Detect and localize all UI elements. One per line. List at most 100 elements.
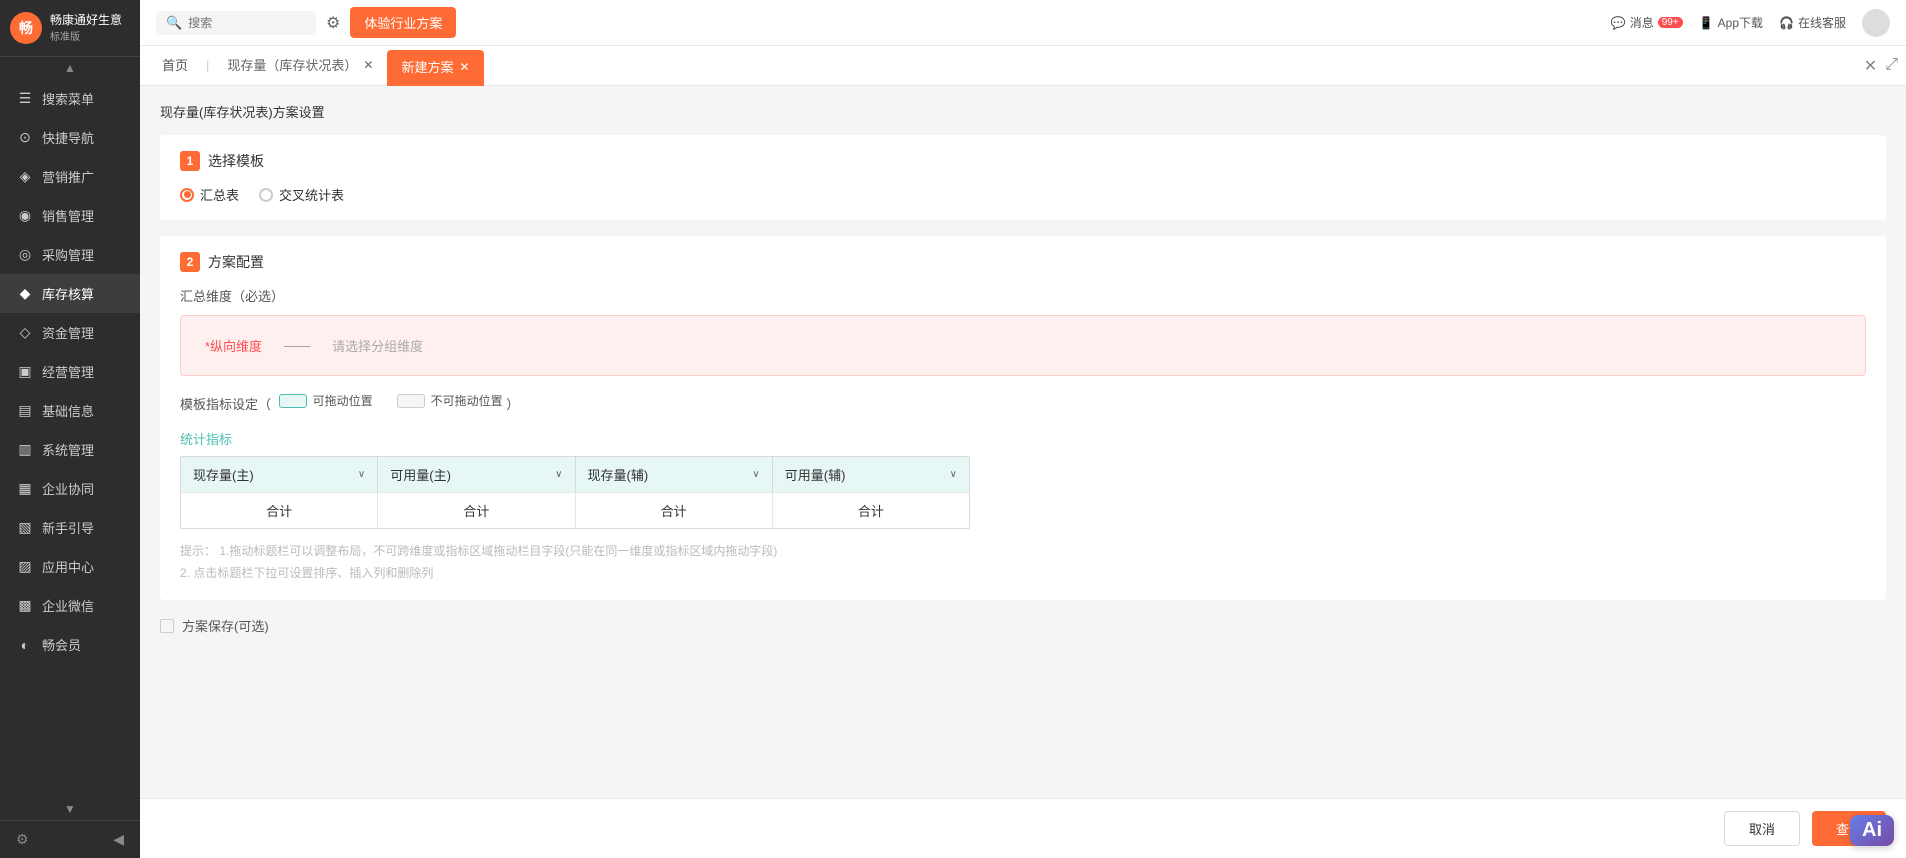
stats-table-header: 现存量(主) ∨ 可用量(主) ∨ 现存量(辅) ∨ 可用量(辅) — [181, 457, 969, 492]
search-input[interactable] — [188, 16, 288, 30]
sidebar-item-label: 应用中心 — [42, 557, 94, 576]
summary-radio[interactable] — [180, 188, 194, 202]
metrics-config-label: 模板指标设定（ 可拖动位置 不可拖动位置 ） — [180, 392, 1866, 419]
sidebar-item-operations[interactable]: ▣ 经营管理 — [0, 352, 140, 391]
step1-card: 1 选择模板 汇总表 交叉统计表 — [160, 135, 1886, 220]
online-service-button[interactable]: 🎧 在线客服 — [1779, 14, 1846, 31]
messages-button[interactable]: 💬 消息 99+ — [1611, 14, 1683, 31]
cross-radio[interactable] — [259, 188, 273, 202]
sidebar-item-label: 系统管理 — [42, 440, 94, 459]
tab-inventory-status[interactable]: 现存量（库存状况表） ✕ — [213, 46, 387, 85]
settings-icon[interactable]: ⚙ — [16, 831, 29, 848]
user-avatar[interactable] — [1862, 9, 1890, 37]
messages-badge: 99+ — [1658, 17, 1683, 28]
col-header-3[interactable]: 可用量(辅) ∨ — [773, 457, 969, 492]
sales-icon: ◉ — [16, 207, 34, 225]
sidebar-nav: ☰ 搜索菜单 ⊙ 快捷导航 ◈ 营销推广 ◉ 销售管理 ◎ 采购管理 ◆ 库存核… — [0, 79, 140, 798]
page-title: 现存量(库存状况表)方案设置 — [160, 102, 1886, 121]
col-label-1: 可用量(主) — [390, 465, 451, 484]
sidebar-item-finance[interactable]: ◇ 资金管理 — [0, 313, 140, 352]
tip-2: 2. 点击标题栏下拉可设置排序、插入列和删除列 — [180, 563, 1866, 585]
stats-cell-0-2: 合计 — [576, 493, 773, 528]
metrics-section: 模板指标设定（ 可拖动位置 不可拖动位置 ） 统计指标 — [180, 392, 1866, 584]
col-header-0[interactable]: 现存量(主) ∨ — [181, 457, 378, 492]
col-label-0: 现存量(主) — [193, 465, 254, 484]
sidebar-item-label: 新手引导 — [42, 518, 94, 537]
online-service-label: 在线客服 — [1798, 14, 1846, 31]
chevron-icon-3[interactable]: ∨ — [950, 469, 957, 480]
sidebar-scroll-down[interactable]: ▼ — [0, 798, 140, 820]
sidebar-item-member[interactable]: ◐ 畅会员 — [0, 625, 140, 664]
wechat-icon: ▩ — [16, 597, 34, 615]
sidebar-item-label: 库存核算 — [42, 284, 94, 303]
sidebar-item-shortcut[interactable]: ⊙ 快捷导航 — [0, 118, 140, 157]
finance-icon: ◇ — [16, 324, 34, 342]
sidebar-item-marketing[interactable]: ◈ 营销推广 — [0, 157, 140, 196]
non-draggable-legend: 不可拖动位置 — [397, 392, 503, 409]
shortcut-icon: ⊙ — [16, 129, 34, 147]
sidebar-item-basic[interactable]: ▤ 基础信息 — [0, 391, 140, 430]
scheme-save-checkbox[interactable] — [160, 619, 174, 633]
ai-badge[interactable]: Ai — [1850, 815, 1894, 846]
draggable-legend: 可拖动位置 — [279, 392, 373, 409]
sidebar-item-search[interactable]: ☰ 搜索菜单 — [0, 79, 140, 118]
sidebar-item-label: 快捷导航 — [42, 128, 94, 147]
chevron-icon-1[interactable]: ∨ — [555, 469, 562, 480]
col-header-1[interactable]: 可用量(主) ∨ — [378, 457, 575, 492]
template-summary-option[interactable]: 汇总表 — [180, 185, 239, 204]
sidebar-item-wechat[interactable]: ▩ 企业微信 — [0, 586, 140, 625]
tab-new-scheme-close-icon[interactable]: ✕ — [460, 60, 470, 74]
collapse-icon[interactable]: ◀ — [113, 831, 124, 848]
step1-header: 1 选择模板 — [180, 151, 1866, 171]
template-cross-option[interactable]: 交叉统计表 — [259, 185, 344, 204]
basic-icon: ▤ — [16, 402, 34, 420]
close-panel-icon[interactable]: ✕ — [1864, 56, 1877, 76]
sidebar-item-label: 资金管理 — [42, 323, 94, 342]
dim-placeholder: 请选择分组维度 — [332, 336, 423, 355]
sidebar-scroll-up[interactable]: ▲ — [0, 57, 140, 79]
chevron-icon-2[interactable]: ∨ — [752, 469, 759, 480]
sidebar-item-apps[interactable]: ▨ 应用中心 — [0, 547, 140, 586]
summary-label: 汇总表 — [200, 185, 239, 204]
sidebar: 畅 畅康通好生意 标准版 ▲ ☰ 搜索菜单 ⊙ 快捷导航 ◈ 营销推广 ◉ 销售… — [0, 0, 140, 858]
app-download-label: App下载 — [1718, 14, 1763, 31]
sidebar-item-inventory[interactable]: ◆ 库存核算 — [0, 274, 140, 313]
app-download-button[interactable]: 📱 App下载 — [1699, 14, 1763, 31]
gear-icon[interactable]: ⚙ — [326, 13, 340, 33]
draggable-label: 可拖动位置 — [313, 392, 373, 409]
industry-solution-button[interactable]: 体验行业方案 — [350, 7, 456, 38]
topbar-left: 🔍 ⚙ 体验行业方案 — [156, 7, 456, 38]
sidebar-item-sales[interactable]: ◉ 销售管理 — [0, 196, 140, 235]
chevron-icon-0[interactable]: ∨ — [358, 469, 365, 480]
draggable-box — [279, 394, 307, 408]
topbar-right: 💬 消息 99+ 📱 App下载 🎧 在线客服 — [1611, 9, 1890, 37]
member-icon: ◐ — [16, 636, 34, 654]
tab-new-scheme[interactable]: 新建方案 ✕ — [387, 50, 483, 86]
message-icon: 💬 — [1611, 16, 1626, 30]
page-content: 现存量(库存状况表)方案设置 1 选择模板 汇总表 交叉统计表 2 — [140, 86, 1906, 798]
sidebar-item-system[interactable]: ▥ 系统管理 — [0, 430, 140, 469]
topbar: 🔍 ⚙ 体验行业方案 💬 消息 99+ 📱 App下载 🎧 在线客服 — [140, 0, 1906, 46]
search-menu-icon: ☰ — [16, 90, 34, 108]
stats-table: 现存量(主) ∨ 可用量(主) ∨ 现存量(辅) ∨ 可用量(辅) — [180, 456, 970, 529]
search-box[interactable]: 🔍 — [156, 11, 316, 35]
tabs-bar: 首页 | 现存量（库存状况表） ✕ 新建方案 ✕ ✕ ⤢ — [140, 46, 1906, 86]
enterprise-icon: ▦ — [16, 480, 34, 498]
stats-section-title: 统计指标 — [180, 429, 1866, 448]
search-icon: 🔍 — [166, 15, 182, 31]
tab-inventory-close-icon[interactable]: ✕ — [363, 58, 373, 72]
apps-icon: ▨ — [16, 558, 34, 576]
sidebar-item-enterprise[interactable]: ▦ 企业协同 — [0, 469, 140, 508]
expand-panel-icon[interactable]: ⤢ — [1885, 56, 1898, 76]
sidebar-item-guide[interactable]: ▧ 新手引导 — [0, 508, 140, 547]
sidebar-item-label: 企业协同 — [42, 479, 94, 498]
tab-home[interactable]: 首页 — [148, 46, 202, 85]
required-star: *纵向维度 — [205, 336, 262, 355]
col-header-2[interactable]: 现存量(辅) ∨ — [576, 457, 773, 492]
sidebar-item-purchase[interactable]: ◎ 采购管理 — [0, 235, 140, 274]
cancel-button[interactable]: 取消 — [1724, 811, 1800, 846]
main-area: 🔍 ⚙ 体验行业方案 💬 消息 99+ 📱 App下载 🎧 在线客服 — [140, 0, 1906, 858]
stats-table-row-0: 合计 合计 合计 合计 — [181, 492, 969, 528]
sidebar-item-label: 搜索菜单 — [42, 89, 94, 108]
messages-label: 消息 — [1630, 14, 1654, 31]
